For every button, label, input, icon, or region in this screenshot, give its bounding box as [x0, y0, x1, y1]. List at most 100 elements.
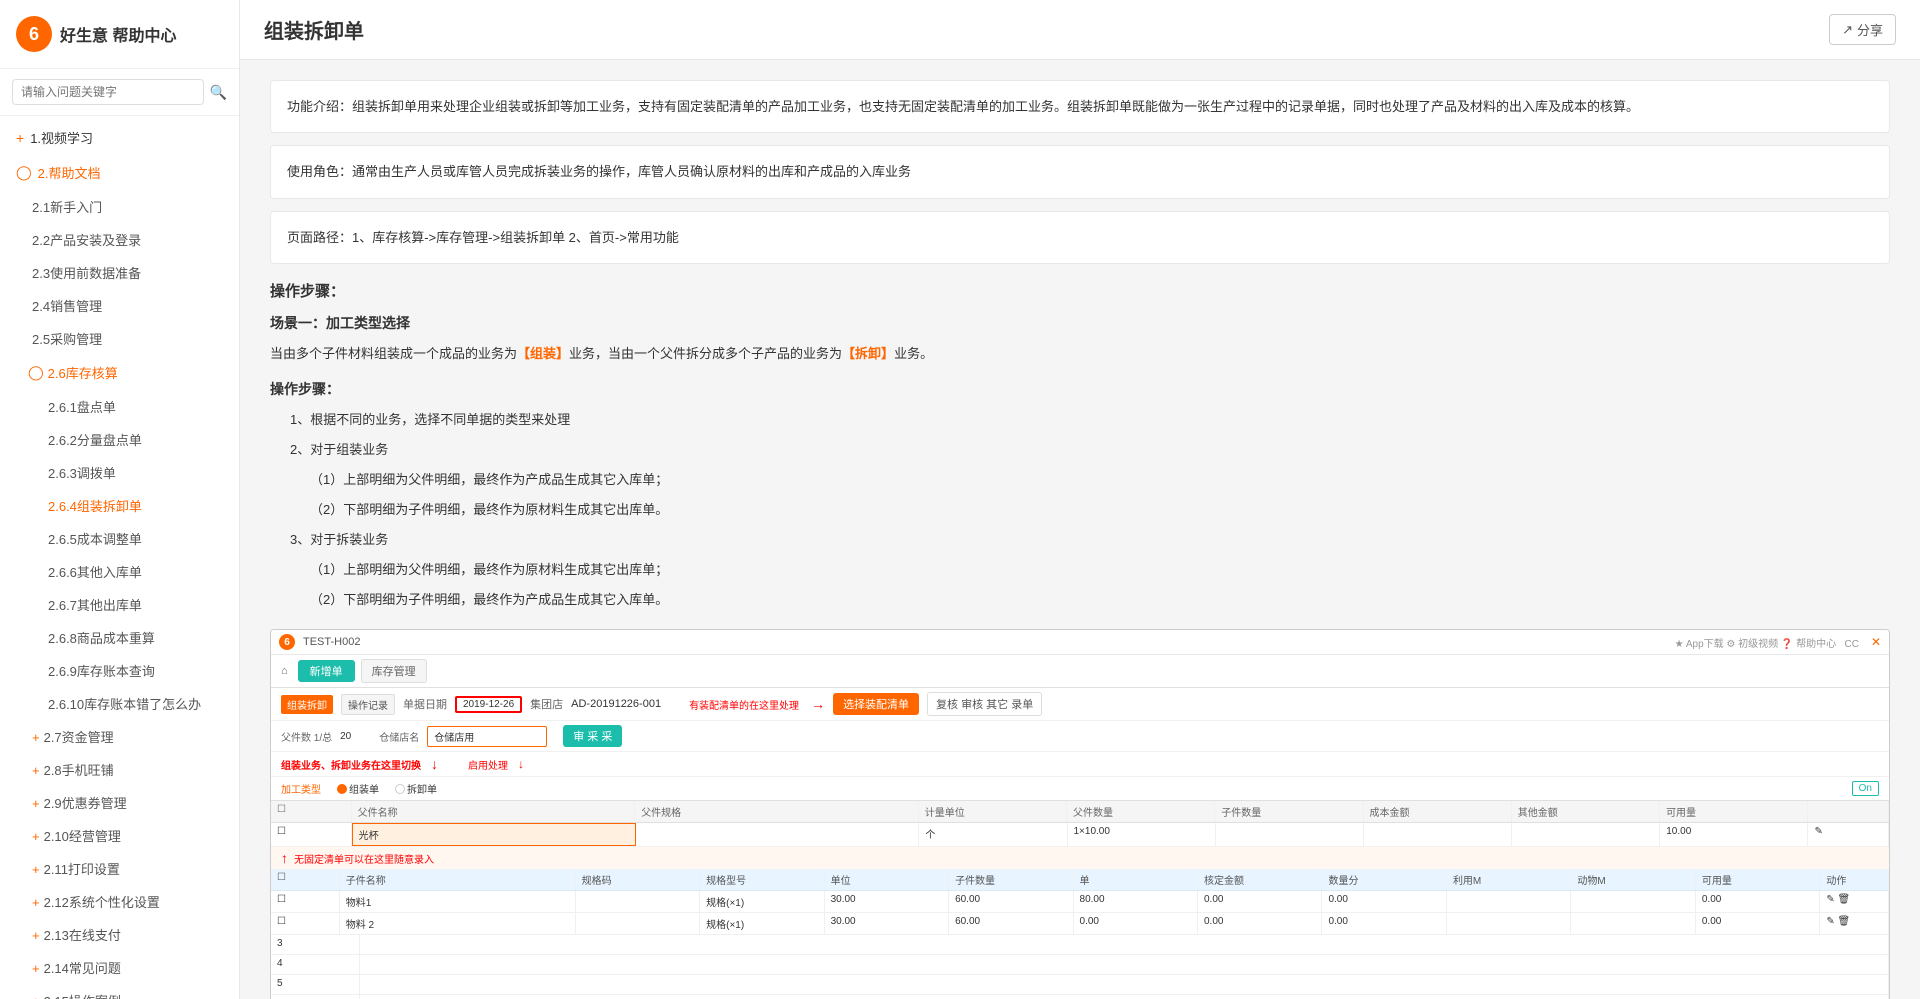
search-icon[interactable]: 🔍 [210, 84, 227, 101]
ops-section: 操作步骤： 场景一：加工类型选择 当由多个子件材料组装成一个成品的业务为【组装】… [270, 280, 1890, 613]
search-input[interactable] [12, 79, 204, 105]
sidebar-item-266[interactable]: 2.6.6其他入库单 [0, 555, 239, 588]
td2-r1-checkbox[interactable]: ☐ [271, 891, 340, 912]
sidebar-item-2610[interactable]: 2.6.10库存账本错了怎么办 [0, 687, 239, 720]
th2-unit-price: 单 [1074, 869, 1198, 890]
ss-add-btn[interactable]: 组装拆卸 [281, 695, 333, 714]
sidebar-item-269[interactable]: 2.6.9库存账本查询 [0, 654, 239, 687]
td-unit: 个 [919, 823, 1067, 846]
sidebar-item-213[interactable]: +2.13在线支付 [0, 918, 239, 951]
radio-filled-icon [337, 784, 347, 794]
td2-r1-unit2: 80.00 [1074, 891, 1198, 912]
sidebar-item-26[interactable]: ◯ 2.6库存核算 [0, 355, 239, 390]
sidebar-item-214[interactable]: +2.14常见问题 [0, 951, 239, 984]
th2-spec-type: 规格型号 [700, 869, 824, 890]
sidebar-item-23[interactable]: 2.3使用前数据准备 [0, 256, 239, 289]
logo-icon: 6 [16, 16, 52, 52]
ss-type-selector: 加工类型 组装单 拆卸单 On [271, 777, 1889, 801]
ss-sub-row-4: 4 [271, 955, 1889, 975]
th2-available: 可用量 [1696, 869, 1820, 890]
sidebar-item-264[interactable]: 2.6.4组装拆卸单 [0, 489, 239, 522]
sidebar-item-261[interactable]: 2.6.1盘点单 [0, 390, 239, 423]
th-unit: 计量单位 [919, 801, 1067, 822]
ss-confirm-btn[interactable]: 审 采 采 [563, 725, 622, 747]
th2-fixed-cost: 核定金额 [1198, 869, 1322, 890]
sidebar-item-210[interactable]: +2.10经营管理 [0, 819, 239, 852]
td2-r2-checkbox[interactable]: ☐ [271, 913, 340, 934]
sidebar-item-267[interactable]: 2.6.7其他出库单 [0, 588, 239, 621]
sidebar-item-22[interactable]: 2.2产品安装及登录 [0, 223, 239, 256]
ss-sub-row-2: ☐ 物料 2 规格(×1) 30.00 60.00 0.00 0.00 0.00… [271, 913, 1889, 935]
th-parent-spec: 父件规格 [635, 801, 919, 822]
table-row-1: ☐ 光杯 个 1×10.00 10.00 ✎ [271, 823, 1889, 847]
td2-r1-usem [1447, 891, 1571, 912]
ss-sub-row-5: 5 [271, 975, 1889, 995]
ss-upper-table: ☐ 父件名称 父件规格 计量单位 父件数量 子件数量 成本金额 其他金额 可用量… [271, 801, 1889, 847]
td2-r2-childqty: 60.00 [949, 913, 1073, 934]
sidebar-item-211[interactable]: +2.11打印设置 [0, 852, 239, 885]
annotation-text-5: 无固定清单可以在这里随意录入 [294, 851, 434, 866]
type-label: 加工类型 [281, 781, 321, 796]
td-parent-name[interactable]: 光杯 [352, 823, 636, 846]
ss-radio-disassembly[interactable]: 拆卸单 [395, 781, 437, 796]
sidebar-item-262[interactable]: 2.6.2分量盘点单 [0, 423, 239, 456]
th-child-qty: 子件数量 [1215, 801, 1363, 822]
ss-home-icon: ⌂ [281, 665, 288, 677]
ss-qty-row: 父件数 1/总 20 仓储店名 仓储店用 审 采 采 [271, 721, 1889, 752]
th-parent-qty: 父件数量 [1067, 801, 1215, 822]
page-title: 组装拆卸单 [264, 15, 364, 44]
th2-ops: 动作 [1820, 869, 1889, 890]
td-other [1512, 823, 1660, 846]
share-button[interactable]: ↗ 分享 [1829, 14, 1896, 45]
arrow-down-icon-2: ↓ [518, 757, 524, 771]
sidebar-item-25[interactable]: 2.5采购管理 [0, 322, 239, 355]
ss-process-btn[interactable]: 选择装配清单 [833, 693, 919, 715]
td2-r2-name: 物料 2 [340, 913, 576, 934]
ss-lower-header: ☐ 子件名称 规格码 规格型号 单位 子件数量 单 核定金额 数量分 利用M 动… [271, 869, 1889, 891]
th-available: 可用量 [1660, 801, 1808, 822]
sidebar-item-29[interactable]: +2.9优惠券管理 [0, 786, 239, 819]
share-icon: ↗ [1842, 22, 1853, 38]
content-area: 功能介绍：组装拆卸单用来处理企业组装或拆卸等加工业务，支持有固定装配清单的产品加… [240, 60, 1920, 999]
nav-section: + 1.视频学习 ◯ 2.帮助文档 2.1新手入门 2.2产品安装及登录 2.3… [0, 116, 239, 999]
ss-tab-inventory[interactable]: 库存管理 [361, 659, 427, 683]
sidebar-item-263[interactable]: 2.6.3调拨单 [0, 456, 239, 489]
logo-area: 6 好生意 帮助中心 [0, 0, 239, 69]
ss-enable-toggle[interactable]: On [1852, 781, 1879, 796]
ss-extra-btn[interactable]: 复核 审核 其它 录单 [927, 692, 1042, 716]
sidebar-item-24[interactable]: 2.4销售管理 [0, 289, 239, 322]
sidebar-item-28[interactable]: +2.8手机旺铺 [0, 753, 239, 786]
sidebar-item-27[interactable]: +2.7资金管理 [0, 720, 239, 753]
sidebar-item-label: 2.6库存核算 [48, 363, 118, 382]
ss-radio-assembly[interactable]: 组装单 [337, 781, 379, 796]
td2-r2-usem [1447, 913, 1571, 934]
ss-icons: ★ App下载 ⚙ 初级视频 ❓ 帮助中心 CC [1675, 635, 1859, 650]
sidebar-item-21[interactable]: 2.1新手入门 [0, 190, 239, 223]
td2-r2-ops[interactable]: ✎ 🗑 [1820, 913, 1889, 934]
ss-annotation5-row: ↑ 无固定清单可以在这里随意录入 [271, 847, 1889, 869]
scene1-desc: 当由多个子件材料组装成一个成品的业务为【组装】业务，当由一个父件拆分成多个子产品… [270, 341, 1890, 367]
ops-title: 操作步骤： [270, 280, 1890, 301]
sidebar-item-docs[interactable]: ◯ 2.帮助文档 [0, 155, 239, 190]
td2-r2-speccode [576, 913, 700, 934]
th-other: 其他金额 [1512, 801, 1660, 822]
sidebar-item-212[interactable]: +2.12系统个性化设置 [0, 885, 239, 918]
th2-unit: 单位 [825, 869, 949, 890]
ss-tab-new[interactable]: 新增单 [298, 660, 355, 682]
sidebar-item-215[interactable]: +2.15操作案例 [0, 984, 239, 999]
sidebar-item-265[interactable]: 2.6.5成本调整单 [0, 522, 239, 555]
td-child-qty [1216, 823, 1364, 846]
th-checkbox: ☐ [271, 801, 352, 822]
td-checkbox[interactable]: ☐ [271, 823, 352, 846]
ss-close-icon[interactable]: ✕ [1871, 635, 1881, 649]
td-available: 10.00 [1660, 823, 1808, 846]
ss-list-btn[interactable]: 操作记录 [341, 694, 395, 715]
td2-r2-spectype: 规格(×1) [700, 913, 824, 934]
sidebar-item-video[interactable]: + 1.视频学习 [0, 120, 239, 155]
td2-r1-ops[interactable]: ✎ 🗑 [1820, 891, 1889, 912]
td2-r1-childqty: 60.00 [949, 891, 1073, 912]
td2-r2-qty: 0.00 [1322, 913, 1446, 934]
ss-store-select[interactable]: 仓储店用 [427, 726, 547, 747]
ss-store-label: 仓储店名 [379, 729, 419, 744]
sidebar-item-268[interactable]: 2.6.8商品成本重算 [0, 621, 239, 654]
